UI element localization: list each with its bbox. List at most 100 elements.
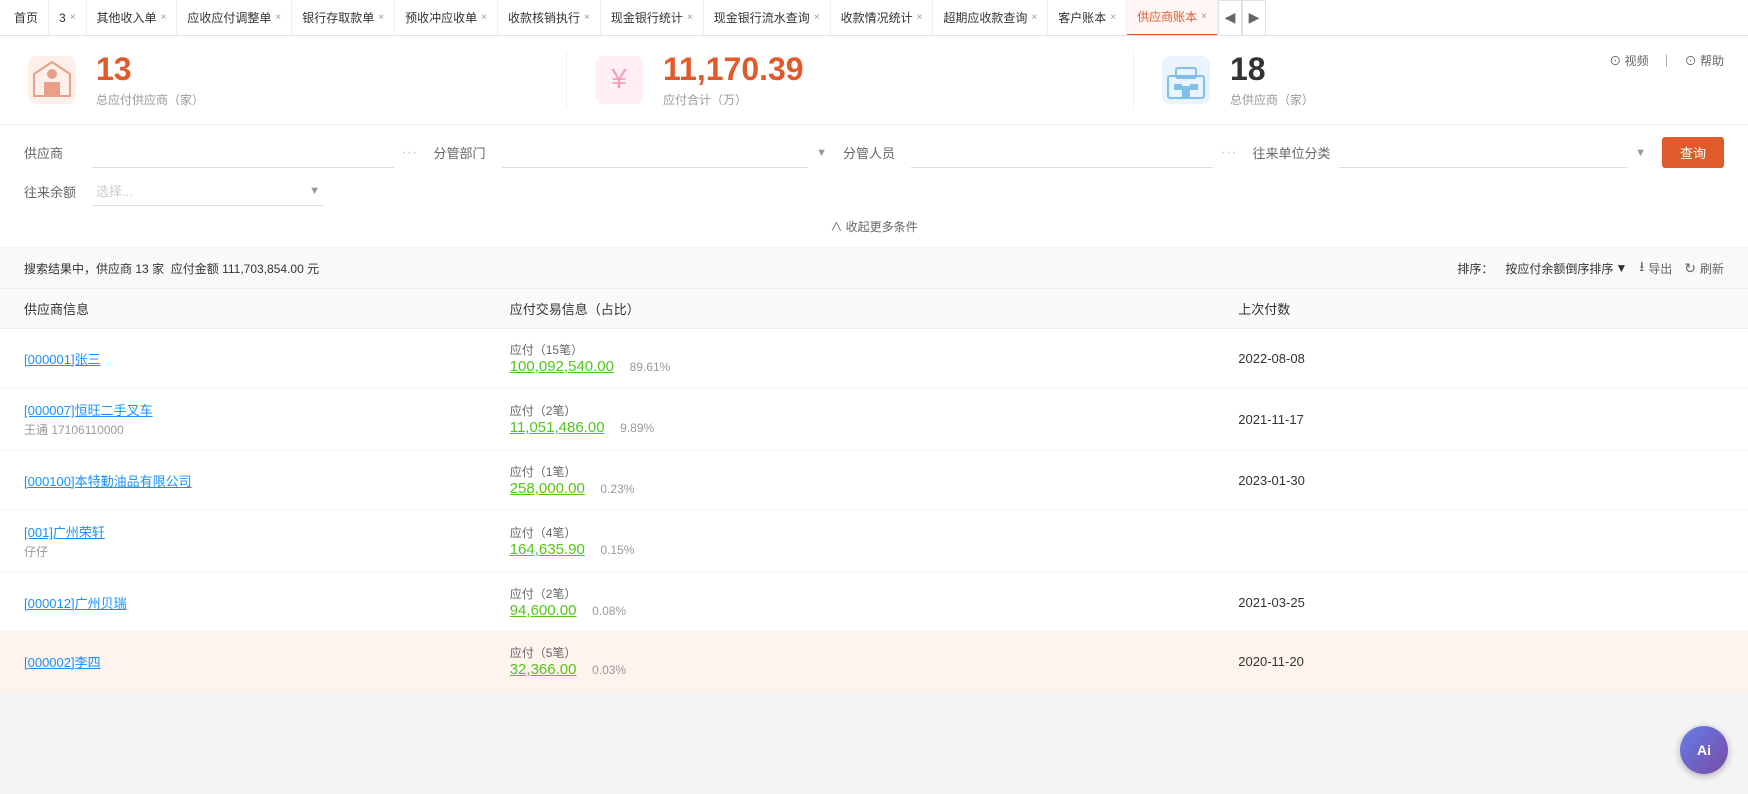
table-row: [000001]张三 应付（15笔） 100,092,540.00 89.61%… bbox=[0, 329, 1748, 388]
nav-tab-supplier-ledger-label: 供应商账本 bbox=[1137, 8, 1197, 25]
result-info-middle: 家 bbox=[152, 262, 164, 276]
refresh-icon: ↻ bbox=[1684, 260, 1696, 277]
nav-tab-collection-stats-close[interactable]: × bbox=[917, 12, 923, 23]
ai-button[interactable]: Ai bbox=[1680, 726, 1728, 774]
dept-chevron-icon[interactable]: ▼ bbox=[816, 147, 827, 159]
payable-total-text: 11,170.39 应付合计（万） bbox=[663, 52, 804, 108]
nav-tab-customer-ledger-close[interactable]: × bbox=[1110, 12, 1116, 23]
refresh-label: 刷新 bbox=[1700, 260, 1724, 277]
filter-balance-select[interactable]: 选择... ▼ bbox=[92, 176, 324, 206]
trans-label-3: 应付（1笔） bbox=[510, 463, 1239, 480]
filter-dept-input[interactable] bbox=[502, 138, 809, 168]
collapse-label: 收起更多条件 bbox=[846, 220, 918, 234]
filter-category-input[interactable] bbox=[1339, 138, 1628, 168]
supplier-link-4[interactable]: [001]广州荣轩 bbox=[24, 522, 510, 541]
payable-suppliers-text: 13 总应付供应商（家） bbox=[96, 52, 204, 108]
last-pay-6: 2020-11-20 bbox=[1238, 654, 1724, 669]
trans-percent-1: 89.61% bbox=[630, 360, 671, 374]
trans-amount-1[interactable]: 100,092,540.00 bbox=[510, 358, 614, 375]
nav-tab-supplier-ledger-close[interactable]: × bbox=[1201, 11, 1207, 22]
nav-tab-payment-exec-close[interactable]: × bbox=[584, 12, 590, 23]
nav-tab-collection-stats[interactable]: 收款情况统计 × bbox=[831, 0, 934, 36]
nav-tab-home[interactable]: 首页 bbox=[4, 0, 49, 36]
filter-dept-label: 分管部门 bbox=[434, 143, 494, 162]
nav-tab-3-close[interactable]: × bbox=[70, 12, 76, 23]
supplier-dots-icon[interactable]: ··· bbox=[402, 144, 418, 162]
filter-person-label: 分管人员 bbox=[843, 143, 903, 162]
filter-supplier-input[interactable] bbox=[92, 138, 394, 168]
supplier-info-6: [000002]李四 bbox=[24, 652, 510, 671]
supplier-link-3[interactable]: [000100]本特勤油品有限公司 bbox=[24, 471, 510, 490]
person-dots-icon[interactable]: ··· bbox=[1221, 144, 1237, 162]
balance-chevron-icon[interactable]: ▼ bbox=[309, 185, 320, 197]
export-icon: ⭳ bbox=[1639, 256, 1644, 280]
supplier-link-6[interactable]: [000002]李四 bbox=[24, 652, 510, 671]
table-row: [000007]恒旺二手叉车 王通 17106110000 应付（2笔） 11,… bbox=[0, 388, 1748, 451]
nav-right-arrow[interactable]: ▶ bbox=[1242, 0, 1266, 36]
filter-person-input[interactable] bbox=[911, 138, 1213, 168]
last-pay-2: 2021-11-17 bbox=[1238, 412, 1724, 427]
last-pay-3: 2023-01-30 bbox=[1238, 473, 1724, 488]
supplier-link-5[interactable]: [000012]广州贝瑞 bbox=[24, 593, 510, 612]
nav-tab-cash-flow-close[interactable]: × bbox=[814, 12, 820, 23]
result-amount-label: 应付金额 bbox=[171, 262, 219, 276]
nav-tab-overdue-query-close[interactable]: × bbox=[1031, 12, 1037, 23]
export-button[interactable]: ⭳ 导出 bbox=[1639, 256, 1672, 280]
supplier-link-1[interactable]: [000001]张三 bbox=[24, 349, 510, 368]
nav-tab-ar-ap-adjust-close[interactable]: × bbox=[275, 12, 281, 23]
nav-tab-cash-stats-label: 现金银行统计 bbox=[611, 9, 683, 26]
trans-label-2: 应付（2笔） bbox=[510, 402, 1239, 419]
nav-tab-overdue-query[interactable]: 超期应收款查询 × bbox=[933, 0, 1048, 36]
supplier-info-2: [000007]恒旺二手叉车 王通 17106110000 bbox=[24, 400, 510, 438]
nav-tab-3[interactable]: 3 × bbox=[49, 0, 87, 36]
video-link[interactable]: ⊙ 视频 bbox=[1609, 52, 1648, 69]
nav-tab-home-label: 首页 bbox=[14, 9, 38, 26]
nav-tab-cash-stats[interactable]: 现金银行统计 × bbox=[601, 0, 704, 36]
refresh-button[interactable]: ↻ 刷新 bbox=[1684, 260, 1724, 277]
nav-tab-ar-ap-adjust[interactable]: 应收应付调整单 × bbox=[177, 0, 292, 36]
data-table: 供应商信息 应付交易信息（占比） 上次付数 [000001]张三 应付（15笔）… bbox=[0, 289, 1748, 691]
nav-tab-other-income[interactable]: 其他收入单 × bbox=[87, 0, 178, 36]
search-button[interactable]: 查询 bbox=[1662, 137, 1724, 168]
trans-amount-3[interactable]: 258,000.00 bbox=[510, 480, 585, 497]
collapse-button[interactable]: ∧ 收起更多条件 bbox=[24, 214, 1724, 239]
nav-tab-cash-stats-close[interactable]: × bbox=[687, 12, 693, 23]
sort-select[interactable]: 按应付余额倒序排序 ▼ bbox=[1505, 260, 1627, 277]
filter-row-1: 供应商 ··· 分管部门 ▼ 分管人员 ··· 往来单位分类 ▼ 查询 bbox=[24, 137, 1724, 168]
payable-suppliers-number: 13 bbox=[96, 52, 204, 87]
ai-button-label: Ai bbox=[1697, 742, 1711, 758]
nav-tab-supplier-ledger[interactable]: 供应商账本 × bbox=[1127, 0, 1218, 36]
filter-person: 分管人员 ··· bbox=[843, 138, 1237, 168]
nav-tab-bank-deposit-close[interactable]: × bbox=[378, 12, 384, 23]
nav-tab-cash-flow[interactable]: 现金银行流水查询 × bbox=[704, 0, 831, 36]
help-link[interactable]: ⊙ 帮助 bbox=[1685, 52, 1724, 69]
filter-category-label: 往来单位分类 bbox=[1253, 143, 1331, 162]
transaction-info-6: 应付（5笔） 32,366.00 0.03% bbox=[510, 644, 1239, 678]
trans-amount-5[interactable]: 94,600.00 bbox=[510, 602, 577, 619]
nav-left-arrow[interactable]: ◀ bbox=[1218, 0, 1242, 36]
filter-area: 供应商 ··· 分管部门 ▼ 分管人员 ··· 往来单位分类 ▼ 查询 往来余额… bbox=[0, 125, 1748, 248]
trans-amount-4[interactable]: 164,635.90 bbox=[510, 541, 585, 558]
nav-tab-ar-ap-adjust-label: 应收应付调整单 bbox=[187, 9, 271, 26]
filter-supplier: 供应商 ··· bbox=[24, 138, 418, 168]
nav-tab-bank-deposit[interactable]: 银行存取款单 × bbox=[292, 0, 395, 36]
nav-tab-prepay-offset-close[interactable]: × bbox=[481, 12, 487, 23]
col-header-lastpay: 上次付数 bbox=[1238, 299, 1724, 318]
last-pay-5: 2021-03-25 bbox=[1238, 595, 1724, 610]
sort-chevron-icon: ▼ bbox=[1615, 261, 1627, 275]
trans-amount-2[interactable]: 11,051,486.00 bbox=[510, 419, 605, 436]
category-chevron-icon[interactable]: ▼ bbox=[1635, 147, 1646, 159]
nav-tab-prepay-offset-label: 预收冲应收单 bbox=[405, 9, 477, 26]
nav-tab-other-income-close[interactable]: × bbox=[161, 12, 167, 23]
supplier-info-3: [000100]本特勤油品有限公司 bbox=[24, 471, 510, 490]
payable-total-label: 应付合计（万） bbox=[663, 91, 804, 108]
nav-tab-customer-ledger[interactable]: 客户账本 × bbox=[1048, 0, 1127, 36]
total-suppliers-text: 18 总供应商（家） bbox=[1230, 52, 1314, 108]
supplier-link-2[interactable]: [000007]恒旺二手叉车 bbox=[24, 400, 510, 419]
nav-tab-overdue-query-label: 超期应收款查询 bbox=[943, 9, 1027, 26]
nav-tab-payment-exec[interactable]: 收款核销执行 × bbox=[498, 0, 601, 36]
sort-value: 按应付余额倒序排序 bbox=[1505, 260, 1613, 277]
trans-percent-6: 0.03% bbox=[592, 663, 626, 677]
nav-tab-prepay-offset[interactable]: 预收冲应收单 × bbox=[395, 0, 498, 36]
trans-amount-6[interactable]: 32,366.00 bbox=[510, 661, 577, 678]
